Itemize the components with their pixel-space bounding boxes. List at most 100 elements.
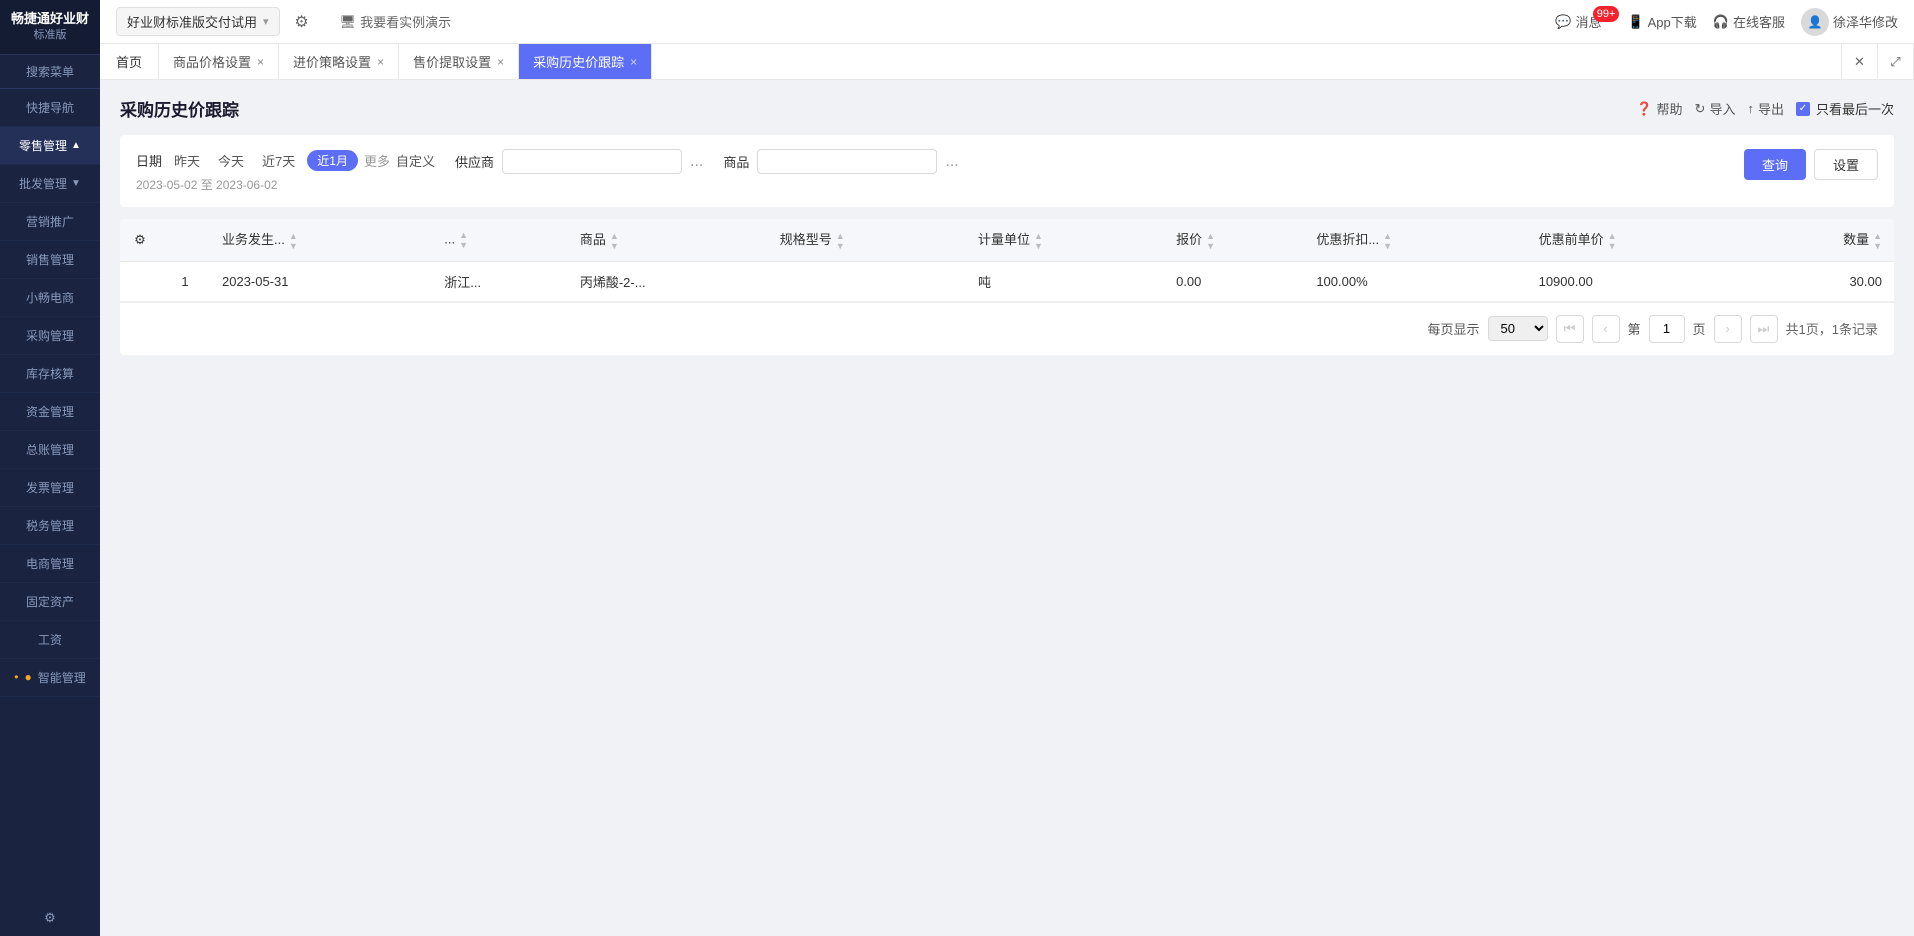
table-header: ⚙ 业务发生...▲▼ ...▲▼ 商品▲▼ 规格型号: [120, 219, 1894, 261]
data-table: ⚙ 业务发生...▲▼ ...▲▼ 商品▲▼ 规格型号: [120, 219, 1894, 302]
col-header-pre-discount[interactable]: 优惠前单价▲▼: [1527, 219, 1754, 261]
sidebar-item-marketing[interactable]: 营销推广: [0, 203, 100, 241]
sidebar-item-ecom-small[interactable]: 小畅电商: [0, 279, 100, 317]
date-option-last1m[interactable]: 近1月: [307, 150, 358, 171]
row-settings-cell: [120, 261, 160, 301]
col-header-quantity[interactable]: 数量▲▼: [1754, 219, 1894, 261]
only-last-checkbox[interactable]: ✓ 只看最后一次: [1796, 99, 1894, 118]
top-bar: 好业财标准版交付试用 ▾ ⚙ 🖥 我要看实例演示 💬 消息 99+ 📱 App下…: [100, 0, 1914, 44]
filter-actions: 查询 设置: [1744, 149, 1878, 180]
pagination-page-label: 第: [1628, 319, 1641, 338]
pagination-first-button[interactable]: ⏮: [1556, 315, 1584, 343]
sidebar-search-menu[interactable]: 搜索菜单: [0, 55, 100, 89]
content-area: 采购历史价跟踪 ❓ 帮助 ↻ 导入 ↑ 导出 ✓ 只看最后一次: [100, 80, 1914, 936]
user-name: 徐泽华修改: [1833, 12, 1898, 31]
sidebar-item-label-smart: 智能管理: [38, 669, 86, 686]
avatar: 👤: [1801, 8, 1829, 36]
sidebar: 畅捷通好业财 标准版 搜索菜单 快捷导航 零售管理 ▲ 批发管理 ▼ 营销推广 …: [0, 0, 100, 936]
tab-purchase-strategy-label: 进价策略设置: [293, 52, 371, 71]
query-button[interactable]: 查询: [1744, 149, 1806, 180]
settings-button[interactable]: 设置: [1814, 149, 1878, 180]
sidebar-item-sales[interactable]: 销售管理: [0, 241, 100, 279]
pagination-prev-button[interactable]: ‹: [1592, 315, 1620, 343]
sidebar-item-inventory[interactable]: 库存核算: [0, 355, 100, 393]
supplier-input[interactable]: [502, 149, 682, 174]
user-menu[interactable]: 👤 徐泽华修改: [1801, 8, 1898, 36]
date-option-yesterday[interactable]: 昨天: [168, 149, 206, 172]
pagination-last-button[interactable]: ⏭: [1750, 315, 1778, 343]
sidebar-item-tax[interactable]: 税务管理: [0, 507, 100, 545]
table-body: 1 2023-05-31 浙江... 丙烯酸-2-... 吨 0.00 100.…: [120, 261, 1894, 301]
tab-price-label: 商品价格设置: [173, 52, 251, 71]
dot-icon: ●: [24, 670, 31, 684]
date-option-today[interactable]: 今天: [212, 149, 250, 172]
pagination-page-input[interactable]: [1649, 315, 1685, 343]
col-header-settings[interactable]: ⚙: [120, 219, 160, 261]
import-label: 导入: [1709, 99, 1735, 118]
tab-sale-price[interactable]: 售价提取设置 ×: [399, 44, 519, 80]
filter-product-group: 商品 ...: [723, 149, 958, 174]
sidebar-logo: 畅捷通好业财 标准版: [0, 0, 100, 55]
col-header-date[interactable]: 业务发生...▲▼: [210, 219, 432, 261]
demo-link[interactable]: 🖥 我要看实例演示: [340, 12, 452, 31]
date-option-last7[interactable]: 近7天: [256, 149, 301, 172]
sidebar-item-smart[interactable]: ● 智能管理: [0, 659, 100, 697]
monitor-icon: 🖥: [340, 14, 357, 30]
headset-icon: 🎧: [1713, 14, 1729, 30]
sidebar-item-label-payroll: 工资: [38, 631, 62, 648]
sidebar-item-ecom[interactable]: 电商管理: [0, 545, 100, 583]
sidebar-item-quick-nav[interactable]: 快捷导航: [0, 89, 100, 127]
tab-home[interactable]: 首页: [100, 44, 159, 80]
pagination-next-button[interactable]: ›: [1714, 315, 1742, 343]
col-header-discount[interactable]: 优惠折扣...▲▼: [1304, 219, 1526, 261]
tab-price[interactable]: 商品价格设置 ×: [159, 44, 279, 80]
col-header-quote[interactable]: 报价▲▼: [1164, 219, 1304, 261]
sidebar-gear-button[interactable]: ⚙: [0, 900, 100, 936]
product-dots-button[interactable]: ...: [945, 153, 958, 171]
tab-close-all-button[interactable]: ✕: [1842, 44, 1878, 80]
help-button[interactable]: ❓ 帮助: [1636, 99, 1682, 118]
row-pre-discount-price: 10900.00: [1527, 261, 1754, 301]
mobile-icon: 📱: [1627, 14, 1643, 30]
product-input[interactable]: [757, 149, 937, 174]
sidebar-item-purchase[interactable]: 采购管理: [0, 317, 100, 355]
supplier-dots-button[interactable]: ...: [690, 153, 703, 171]
export-button[interactable]: ↑ 导出: [1747, 99, 1784, 118]
sidebar-item-payroll[interactable]: 工资: [0, 621, 100, 659]
tab-history-price-close[interactable]: ×: [630, 55, 637, 69]
tab-sale-price-close[interactable]: ×: [497, 55, 504, 69]
topbar-settings-button[interactable]: ⚙: [288, 8, 316, 36]
sidebar-item-wholesale[interactable]: 批发管理 ▼: [0, 165, 100, 203]
tab-price-close[interactable]: ×: [257, 55, 264, 69]
sidebar-item-label-tax: 税务管理: [26, 517, 74, 534]
sidebar-item-fixed-assets[interactable]: 固定资产: [0, 583, 100, 621]
tab-history-price[interactable]: 采购历史价跟踪 ×: [519, 44, 652, 80]
sidebar-item-finance[interactable]: 资金管理: [0, 393, 100, 431]
edition-label: 好业财标准版交付试用: [127, 12, 257, 31]
col-header-spec[interactable]: 规格型号▲▼: [768, 219, 966, 261]
filter-supplier-label: 供应商: [455, 152, 494, 171]
filter-panel: 日期 昨天 今天 近7天 近1月 更多 自定义 2023-05-02 至 202…: [120, 135, 1894, 207]
page-actions: ❓ 帮助 ↻ 导入 ↑ 导出 ✓ 只看最后一次: [1636, 99, 1894, 118]
per-page-select[interactable]: 50 20 100 200: [1488, 316, 1548, 341]
sidebar-item-invoice[interactable]: 发票管理: [0, 469, 100, 507]
edition-selector[interactable]: 好业财标准版交付试用 ▾: [116, 7, 280, 36]
col-header-dots[interactable]: ...▲▼: [432, 219, 568, 261]
pagination-bar: 每页显示 50 20 100 200 ⏮ ‹ 第 页 › ⏭ 共1页，1条记录: [120, 302, 1894, 355]
sidebar-item-retail[interactable]: 零售管理 ▲: [0, 127, 100, 165]
date-option-custom[interactable]: 自定义: [396, 151, 435, 170]
tab-maximize-button[interactable]: ⤢: [1878, 44, 1914, 80]
tab-purchase-strategy[interactable]: 进价策略设置 ×: [279, 44, 399, 80]
sidebar-item-general-ledger[interactable]: 总账管理: [0, 431, 100, 469]
tab-purchase-strategy-close[interactable]: ×: [377, 55, 384, 69]
only-last-label: 只看最后一次: [1816, 99, 1894, 118]
online-service-button[interactable]: 🎧 在线客服: [1713, 12, 1785, 31]
sidebar-item-label-invoice: 发票管理: [26, 479, 74, 496]
date-option-more[interactable]: 更多: [364, 151, 390, 170]
app-download-button[interactable]: 📱 App下载: [1627, 12, 1696, 31]
col-header-product[interactable]: 商品▲▼: [568, 219, 768, 261]
page-header: 采购历史价跟踪 ❓ 帮助 ↻ 导入 ↑ 导出 ✓ 只看最后一次: [120, 96, 1894, 121]
col-header-unit[interactable]: 计量单位▲▼: [966, 219, 1164, 261]
message-button[interactable]: 💬 消息 99+: [1555, 12, 1611, 31]
import-button[interactable]: ↻ 导入: [1695, 99, 1736, 118]
